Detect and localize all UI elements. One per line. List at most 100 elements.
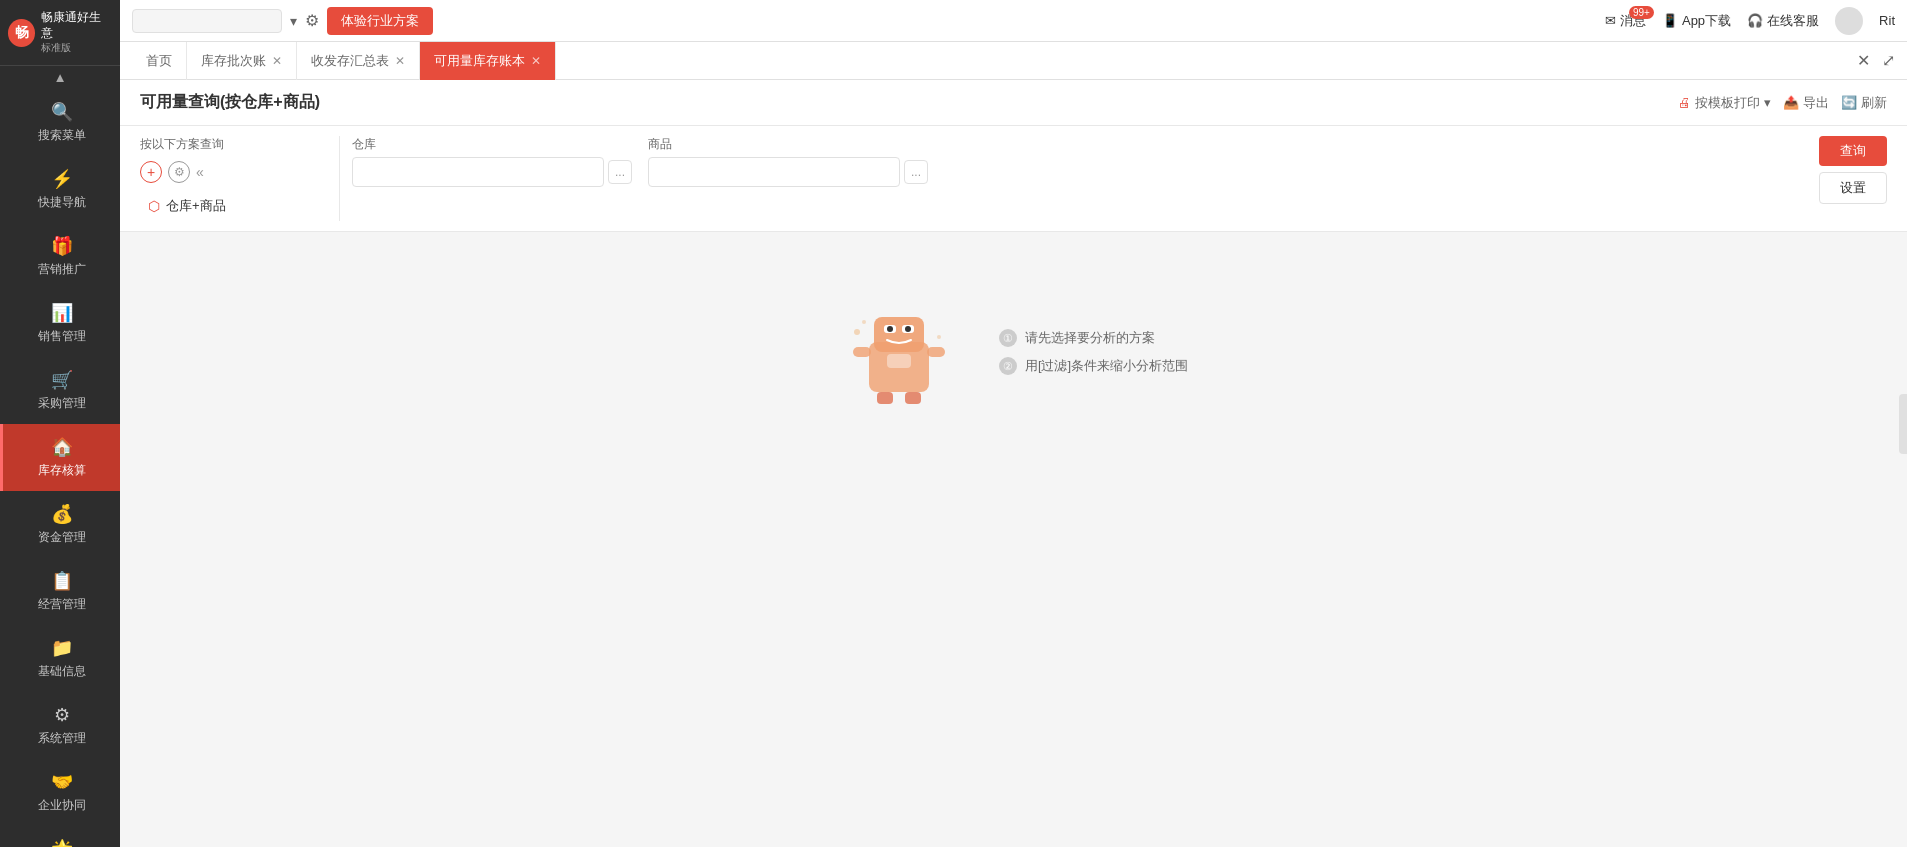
tab-batch-ledger-label: 库存批次账 bbox=[201, 52, 266, 70]
finance-icon: 💰 bbox=[51, 503, 73, 525]
basic-icon: 📁 bbox=[51, 637, 73, 659]
svg-rect-8 bbox=[905, 392, 921, 404]
enterprise-icon: 🤝 bbox=[51, 771, 73, 793]
svg-rect-1 bbox=[874, 317, 924, 352]
headset-icon: 🎧 bbox=[1747, 13, 1763, 28]
sidebar-scroll-up[interactable]: ▲ bbox=[0, 66, 120, 89]
filter-buttons: + ⚙ « bbox=[140, 161, 327, 183]
tab-actions: ✕ ⤢ bbox=[1853, 47, 1907, 74]
phone-icon: 📱 bbox=[1662, 13, 1678, 28]
message-button[interactable]: ✉ 消息 99+ bbox=[1605, 12, 1646, 30]
filter-fields: 仓库 ... 商品 ... bbox=[352, 136, 1807, 187]
tab-home-label: 首页 bbox=[146, 52, 172, 70]
operation-icon: 📋 bbox=[51, 570, 73, 592]
sidebar-item-operation[interactable]: 📋 经营管理 bbox=[0, 558, 120, 625]
sidebar-item-purchase[interactable]: 🛒 采购管理 bbox=[0, 357, 120, 424]
tab-collect-ledger-label: 收发存汇总表 bbox=[311, 52, 389, 70]
sidebar-item-enterprise[interactable]: 🤝 企业协同 bbox=[0, 759, 120, 826]
topbar: ▾ ⚙ 体验行业方案 ✉ 消息 99+ 📱 App下载 🎧 在线客服 Rit bbox=[120, 0, 1907, 42]
tab-home[interactable]: 首页 bbox=[132, 42, 187, 80]
export-button[interactable]: 📤 导出 bbox=[1783, 94, 1829, 112]
username-label[interactable]: Rit bbox=[1879, 13, 1895, 28]
goods-input[interactable] bbox=[648, 157, 900, 187]
svg-rect-10 bbox=[927, 347, 945, 357]
user-avatar[interactable] bbox=[1835, 7, 1863, 35]
topbar-gear-btn[interactable]: ⚙ bbox=[305, 11, 319, 30]
warehouse-input-row: ... bbox=[352, 157, 632, 187]
print-dropdown-icon: ▾ bbox=[1764, 95, 1771, 110]
logo-title: 畅康通好生意 bbox=[41, 10, 112, 41]
newbie-icon: 🌟 bbox=[51, 838, 73, 847]
sidebar-item-quick-nav[interactable]: ⚡ 快捷导航 bbox=[0, 156, 120, 223]
tab-available-ledger[interactable]: 可用量库存账本 ✕ bbox=[420, 42, 556, 80]
svg-point-13 bbox=[937, 335, 941, 339]
tab-collect-ledger[interactable]: 收发存汇总表 ✕ bbox=[297, 42, 420, 80]
filter-add-button[interactable]: + bbox=[140, 161, 162, 183]
scheme-name: 仓库+商品 bbox=[166, 197, 226, 215]
app-download-label: App下载 bbox=[1682, 12, 1731, 30]
filter-scheme-item-warehouse-goods[interactable]: ⬡ 仓库+商品 bbox=[140, 191, 327, 221]
empty-state: ① 请先选择要分析的方案 ② 用[过滤]条件来缩小分析范围 bbox=[120, 232, 1907, 472]
filter-field-warehouse: 仓库 ... bbox=[352, 136, 632, 187]
empty-tip-2: ② 用[过滤]条件来缩小分析范围 bbox=[999, 357, 1188, 375]
sidebar-item-newbie[interactable]: 🌟 新手引导 bbox=[0, 826, 120, 847]
service-button[interactable]: 🎧 在线客服 bbox=[1747, 12, 1819, 30]
tab-available-ledger-label: 可用量库存账本 bbox=[434, 52, 525, 70]
svg-rect-7 bbox=[877, 392, 893, 404]
filter-collapse-button[interactable]: « bbox=[196, 161, 204, 183]
page-content: 可用量查询(按仓库+商品) 🖨 按模板打印 ▾ 📤 导出 🔄 刷新 bbox=[120, 80, 1907, 847]
chart-icon: 📊 bbox=[51, 302, 73, 324]
tab-fullscreen-btn[interactable]: ⤢ bbox=[1878, 47, 1899, 74]
sidebar-item-inventory[interactable]: 🏠 库存核算 bbox=[0, 424, 120, 491]
tab-available-ledger-close[interactable]: ✕ bbox=[531, 54, 541, 68]
gift-icon: 🎁 bbox=[51, 235, 73, 257]
goods-field-label: 商品 bbox=[648, 136, 928, 153]
service-label: 在线客服 bbox=[1767, 12, 1819, 30]
sidebar-item-marketing[interactable]: 🎁 营销推广 bbox=[0, 223, 120, 290]
sidebar-item-finance[interactable]: 💰 资金管理 bbox=[0, 491, 120, 558]
svg-point-11 bbox=[854, 329, 860, 335]
search-input[interactable] bbox=[132, 9, 282, 33]
tip-number-2: ② bbox=[999, 357, 1017, 375]
warehouse-input[interactable] bbox=[352, 157, 604, 187]
app-download-button[interactable]: 📱 App下载 bbox=[1662, 12, 1731, 30]
tab-batch-ledger-close[interactable]: ✕ bbox=[272, 54, 282, 68]
print-template-button[interactable]: 🖨 按模板打印 ▾ bbox=[1678, 94, 1771, 112]
cart-icon: 🛒 bbox=[51, 369, 73, 391]
refresh-icon: 🔄 bbox=[1841, 95, 1857, 110]
sidebar-item-system[interactable]: ⚙ 系统管理 bbox=[0, 692, 120, 759]
goods-more-button[interactable]: ... bbox=[904, 160, 928, 184]
topbar-right: ✉ 消息 99+ 📱 App下载 🎧 在线客服 Rit bbox=[1605, 7, 1895, 35]
svg-point-12 bbox=[862, 320, 866, 324]
sidebar: 畅 畅康通好生意 标准版 ▲ 🔍 搜索菜单 ⚡ 快捷导航 🎁 营销推广 📊 销售… bbox=[0, 0, 120, 847]
tip-text-1: 请先选择要分析的方案 bbox=[1025, 329, 1155, 347]
empty-illustration bbox=[839, 292, 959, 412]
sidebar-item-sales[interactable]: 📊 销售管理 bbox=[0, 290, 120, 357]
svg-rect-9 bbox=[853, 347, 871, 357]
tip-number-1: ① bbox=[999, 329, 1017, 347]
page-title: 可用量查询(按仓库+商品) bbox=[140, 92, 320, 113]
query-button[interactable]: 查询 bbox=[1819, 136, 1887, 166]
goods-input-row: ... bbox=[648, 157, 928, 187]
filter-scheme-panel: 按以下方案查询 + ⚙ « ⬡ 仓库+商品 bbox=[140, 136, 340, 221]
tab-collect-ledger-close[interactable]: ✕ bbox=[395, 54, 405, 68]
refresh-button[interactable]: 🔄 刷新 bbox=[1841, 94, 1887, 112]
export-icon: 📤 bbox=[1783, 95, 1799, 110]
right-edge-handle[interactable] bbox=[1899, 394, 1907, 454]
system-icon: ⚙ bbox=[54, 704, 70, 726]
warehouse-more-button[interactable]: ... bbox=[608, 160, 632, 184]
page-header-actions: 🖨 按模板打印 ▾ 📤 导出 🔄 刷新 bbox=[1678, 94, 1887, 112]
scheme-icon: ⬡ bbox=[148, 198, 160, 214]
topbar-dropdown-btn[interactable]: ▾ bbox=[290, 13, 297, 29]
message-icon: ✉ bbox=[1605, 13, 1616, 28]
filter-panel: 按以下方案查询 + ⚙ « ⬡ 仓库+商品 仓库 ... bbox=[120, 126, 1907, 232]
tab-close-all-btn[interactable]: ✕ bbox=[1853, 47, 1874, 74]
filter-section-label: 按以下方案查询 bbox=[140, 136, 327, 153]
filter-setting-button[interactable]: ⚙ bbox=[168, 161, 190, 183]
sidebar-item-basic[interactable]: 📁 基础信息 bbox=[0, 625, 120, 692]
filter-settings-button[interactable]: 设置 bbox=[1819, 172, 1887, 204]
sidebar-item-search[interactable]: 🔍 搜索菜单 bbox=[0, 89, 120, 156]
empty-tip-1: ① 请先选择要分析的方案 bbox=[999, 329, 1188, 347]
trial-industry-button[interactable]: 体验行业方案 bbox=[327, 7, 433, 35]
tab-batch-ledger[interactable]: 库存批次账 ✕ bbox=[187, 42, 297, 80]
